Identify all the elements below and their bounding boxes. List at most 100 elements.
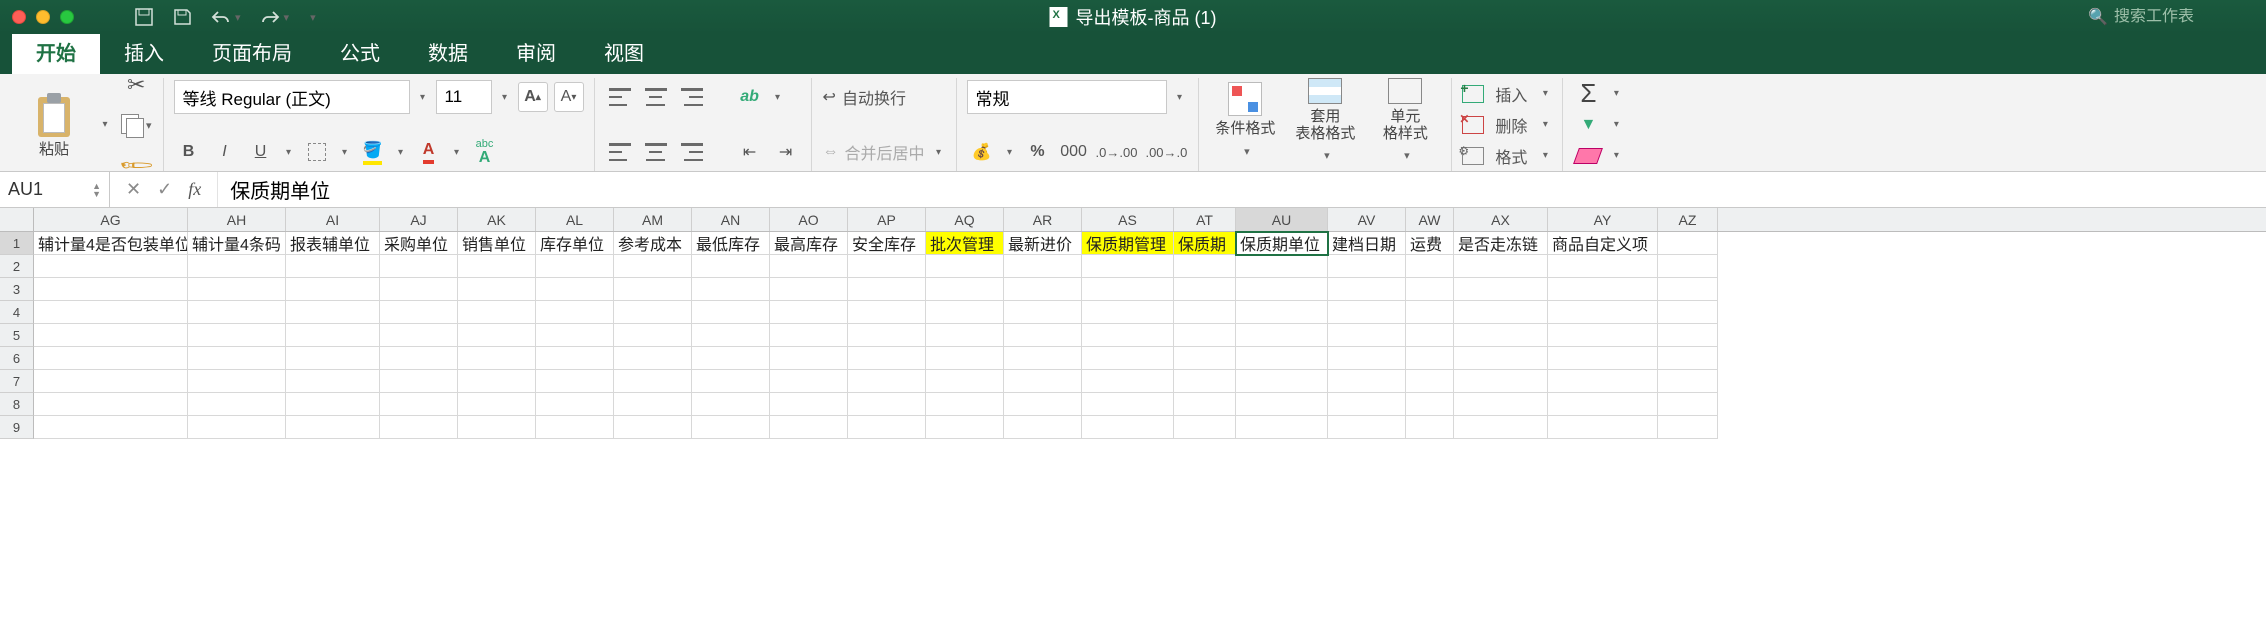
cell-AN6[interactable]	[692, 347, 770, 370]
tab-5[interactable]: 审阅	[492, 27, 580, 74]
cell-AP5[interactable]	[848, 324, 926, 347]
cell-AS6[interactable]	[1082, 347, 1174, 370]
cell-AW3[interactable]	[1406, 278, 1454, 301]
cell-styles-button[interactable]: 单元 格样式	[1369, 78, 1441, 164]
format-painter-button[interactable]: 🖌	[120, 150, 153, 180]
cell-AM5[interactable]	[614, 324, 692, 347]
redo-icon[interactable]	[259, 8, 290, 26]
cell-AR8[interactable]	[1004, 393, 1082, 416]
orientation-dropdown[interactable]: ▾	[771, 92, 785, 103]
cell-AV4[interactable]	[1328, 301, 1406, 324]
cell-AP2[interactable]	[848, 255, 926, 278]
merge-center-button[interactable]: ⇔合并后居中	[822, 137, 926, 167]
cell-AN5[interactable]	[692, 324, 770, 347]
column-header-AO[interactable]: AO	[770, 208, 848, 231]
cell-AO9[interactable]	[770, 416, 848, 439]
undo-icon[interactable]	[210, 8, 241, 26]
cell-AG2[interactable]	[34, 255, 188, 278]
cell-AT3[interactable]	[1174, 278, 1236, 301]
orientation-button[interactable]: ab	[735, 82, 765, 112]
align-middle-button[interactable]	[641, 82, 671, 112]
cell-AJ6[interactable]	[380, 347, 458, 370]
font-color-button[interactable]: A	[414, 137, 444, 167]
cell-AM7[interactable]	[614, 370, 692, 393]
cell-AI2[interactable]	[286, 255, 380, 278]
cell-AR5[interactable]	[1004, 324, 1082, 347]
row-header-1[interactable]: 1	[0, 232, 34, 255]
paste-dropdown[interactable]: ▾	[98, 119, 112, 130]
cell-AH1[interactable]: 辅计量4条码	[188, 232, 286, 255]
cut-button[interactable]: ✂	[120, 70, 153, 100]
cell-AU6[interactable]	[1236, 347, 1328, 370]
cell-AH5[interactable]	[188, 324, 286, 347]
cell-AW8[interactable]	[1406, 393, 1454, 416]
column-header-AW[interactable]: AW	[1406, 208, 1454, 231]
column-header-AR[interactable]: AR	[1004, 208, 1082, 231]
clear-dropdown[interactable]: ▾	[1609, 150, 1623, 161]
font-name-combo[interactable]	[174, 80, 410, 114]
cell-AI4[interactable]	[286, 301, 380, 324]
cell-AG4[interactable]	[34, 301, 188, 324]
cell-AJ4[interactable]	[380, 301, 458, 324]
name-box[interactable]: AU1 ▲▼	[0, 172, 110, 207]
cell-AO3[interactable]	[770, 278, 848, 301]
column-header-AX[interactable]: AX	[1454, 208, 1548, 231]
row-header-7[interactable]: 7	[0, 370, 34, 393]
cell-AX8[interactable]	[1454, 393, 1548, 416]
cell-AM8[interactable]	[614, 393, 692, 416]
cell-AM4[interactable]	[614, 301, 692, 324]
cell-AP8[interactable]	[848, 393, 926, 416]
cell-AH8[interactable]	[188, 393, 286, 416]
wrap-text-button[interactable]: ↩自动换行	[822, 82, 907, 112]
phonetic-button[interactable]: abcA	[470, 137, 500, 167]
cell-AI3[interactable]	[286, 278, 380, 301]
cell-AW6[interactable]	[1406, 347, 1454, 370]
cell-AM1[interactable]: 参考成本	[614, 232, 692, 255]
column-header-AH[interactable]: AH	[188, 208, 286, 231]
column-header-AL[interactable]: AL	[536, 208, 614, 231]
cell-AJ7[interactable]	[380, 370, 458, 393]
cell-AG1[interactable]: 辅计量4是否包装单位	[34, 232, 188, 255]
enter-formula-button[interactable]: ✓	[157, 179, 172, 200]
cell-AZ9[interactable]	[1658, 416, 1718, 439]
cell-AG5[interactable]	[34, 324, 188, 347]
cell-AL3[interactable]	[536, 278, 614, 301]
cell-AS2[interactable]	[1082, 255, 1174, 278]
cell-AS4[interactable]	[1082, 301, 1174, 324]
cell-AX7[interactable]	[1454, 370, 1548, 393]
cell-AL1[interactable]: 库存单位	[536, 232, 614, 255]
cell-AS1[interactable]: 保质期管理	[1082, 232, 1174, 255]
cell-AX4[interactable]	[1454, 301, 1548, 324]
insert-function-button[interactable]: fx	[188, 179, 201, 200]
cell-AV3[interactable]	[1328, 278, 1406, 301]
cell-AX2[interactable]	[1454, 255, 1548, 278]
spreadsheet-grid[interactable]: AGAHAIAJAKALAMANAOAPAQARASATAUAVAWAXAYAZ…	[0, 208, 2266, 439]
tab-3[interactable]: 公式	[316, 27, 404, 74]
cell-AR9[interactable]	[1004, 416, 1082, 439]
fill-dropdown[interactable]: ▾	[1609, 119, 1623, 130]
cell-AS8[interactable]	[1082, 393, 1174, 416]
cell-AQ2[interactable]	[926, 255, 1004, 278]
bold-button[interactable]: B	[174, 137, 204, 167]
cell-AU7[interactable]	[1236, 370, 1328, 393]
row-header-8[interactable]: 8	[0, 393, 34, 416]
cell-AM6[interactable]	[614, 347, 692, 370]
cell-AR4[interactable]	[1004, 301, 1082, 324]
font-size-combo[interactable]	[436, 80, 492, 114]
cell-AZ1[interactable]	[1658, 232, 1718, 255]
insert-dropdown[interactable]: ▾	[1538, 88, 1552, 99]
row-header-6[interactable]: 6	[0, 347, 34, 370]
cell-AT9[interactable]	[1174, 416, 1236, 439]
cell-AN2[interactable]	[692, 255, 770, 278]
cell-AI1[interactable]: 报表辅单位	[286, 232, 380, 255]
cell-AW1[interactable]: 运费	[1406, 232, 1454, 255]
cell-AQ5[interactable]	[926, 324, 1004, 347]
cell-AU8[interactable]	[1236, 393, 1328, 416]
cell-AP4[interactable]	[848, 301, 926, 324]
cell-AS5[interactable]	[1082, 324, 1174, 347]
cell-AK7[interactable]	[458, 370, 536, 393]
cell-AO7[interactable]	[770, 370, 848, 393]
tab-1[interactable]: 插入	[100, 27, 188, 74]
cell-AJ3[interactable]	[380, 278, 458, 301]
borders-dropdown[interactable]: ▾	[338, 147, 352, 158]
